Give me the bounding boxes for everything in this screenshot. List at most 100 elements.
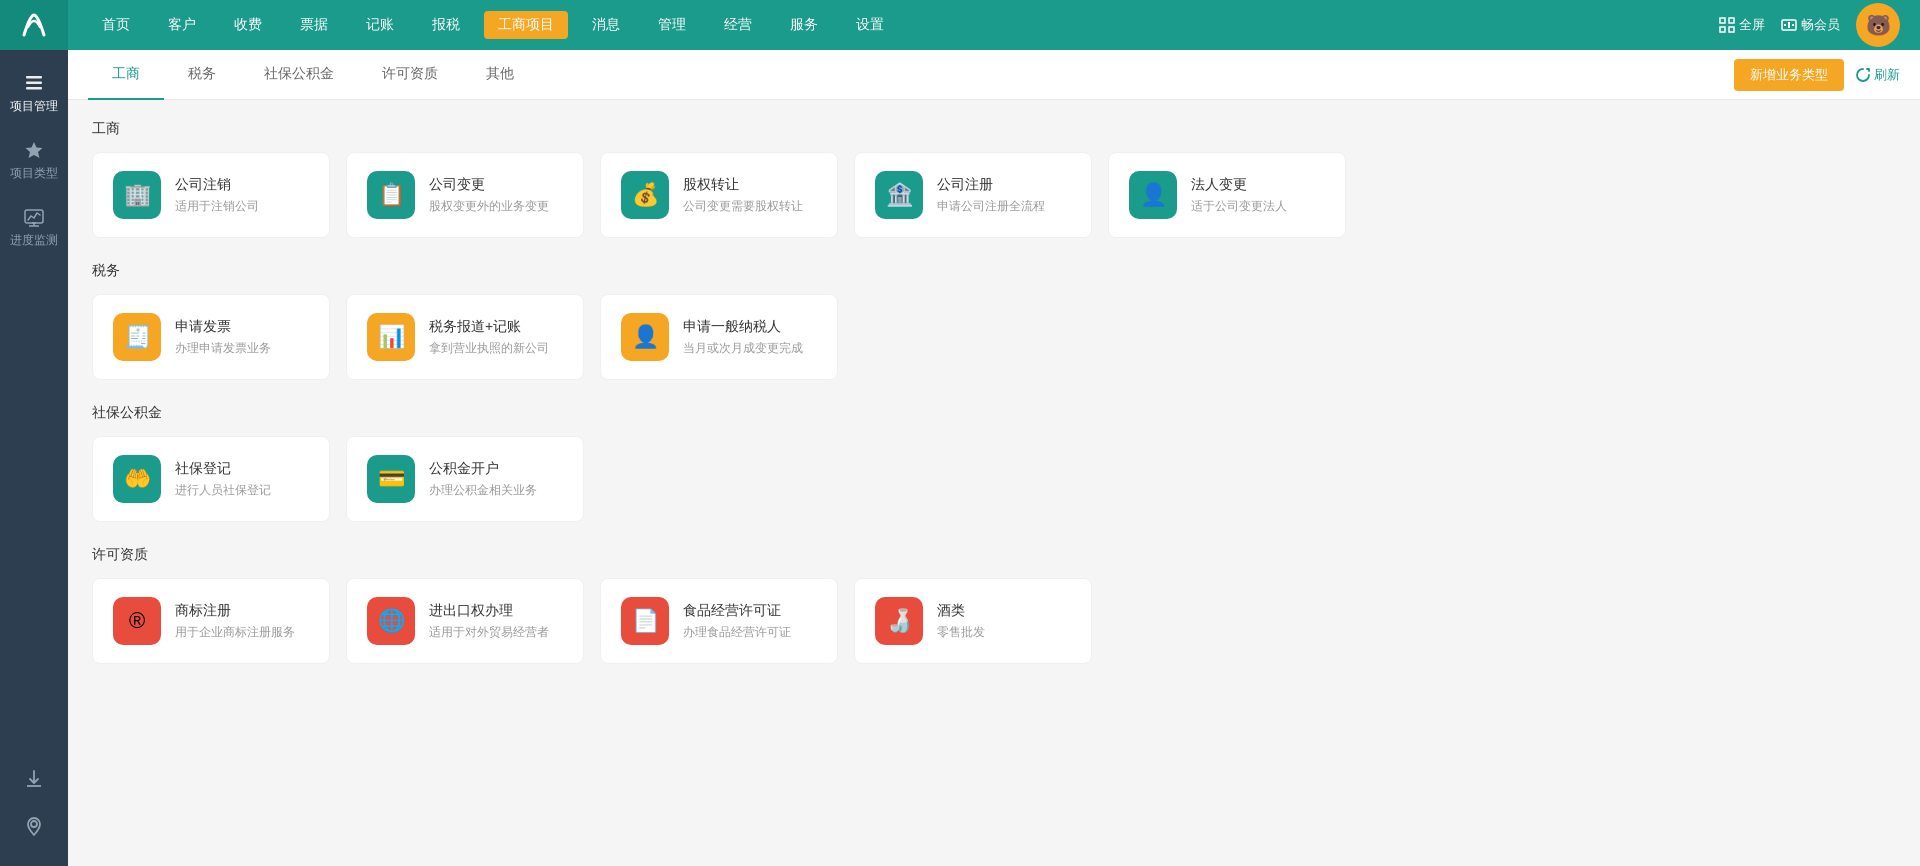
svg-rect-1 — [1729, 18, 1734, 23]
nav-item-管理[interactable]: 管理 — [644, 11, 700, 39]
nav-item-报税[interactable]: 报税 — [418, 11, 474, 39]
card-text: 公司变更股权变更外的业务变更 — [429, 176, 563, 215]
service-card[interactable]: 📊税务报道+记账拿到营业执照的新公司 — [346, 294, 584, 380]
tab-其他[interactable]: 其他 — [462, 50, 538, 100]
card-text: 酒类零售批发 — [937, 602, 1071, 641]
logo[interactable] — [0, 0, 68, 50]
card-desc: 适用于注销公司 — [175, 198, 309, 215]
sidebar: 项目管理 项目类型 进度监测 — [0, 50, 68, 866]
card-desc: 进行人员社保登记 — [175, 482, 309, 499]
sidebar-bottom — [0, 758, 68, 866]
sidebar-location-icon[interactable] — [0, 806, 68, 846]
nav-item-票据[interactable]: 票据 — [286, 11, 342, 39]
tabs-right: 新增业务类型 刷新 — [1734, 59, 1900, 91]
fullscreen-btn[interactable]: 全屏 — [1719, 16, 1765, 34]
nav-item-客户[interactable]: 客户 — [154, 11, 210, 39]
sidebar-item-progress-monitor[interactable]: 进度监测 — [0, 194, 68, 261]
card-title: 税务报道+记账 — [429, 318, 563, 336]
card-text: 社保登记进行人员社保登记 — [175, 460, 309, 499]
card-text: 法人变更适于公司变更法人 — [1191, 176, 1325, 215]
card-title: 公司变更 — [429, 176, 563, 194]
sidebar-download-icon[interactable] — [0, 758, 68, 798]
card-icon: 🤲 — [113, 455, 161, 503]
service-card[interactable]: 👤 法人变更适于公司变更法人 — [1108, 152, 1346, 238]
card-icon: 🏦 — [875, 171, 923, 219]
sidebar-label-project-mgmt: 项目管理 — [10, 98, 58, 115]
svg-rect-9 — [26, 82, 42, 85]
card-desc: 当月或次月成变更完成 — [683, 340, 817, 357]
card-desc: 公司变更需要股权转让 — [683, 198, 817, 215]
service-card[interactable]: 📄 食品经营许可证办理食品经营许可证 — [600, 578, 838, 664]
card-text: 食品经营许可证办理食品经营许可证 — [683, 602, 817, 641]
section-title: 许可资质 — [92, 546, 1896, 564]
nav-item-服务[interactable]: 服务 — [776, 11, 832, 39]
top-navigation: 首页客户收费票据记账报税工商项目消息管理经营服务设置 全屏 畅会员 🐻 — [0, 0, 1920, 50]
service-card[interactable]: 🌐 进出口权办理适用于对外贸易经营者 — [346, 578, 584, 664]
content-area: 工商税务社保公积金许可资质其他 新增业务类型 刷新 工商🏢公司注销适用于注销公司… — [68, 50, 1920, 866]
tab-工商[interactable]: 工商 — [88, 50, 164, 100]
service-card[interactable]: 🍶 酒类零售批发 — [854, 578, 1092, 664]
svg-rect-2 — [1720, 27, 1725, 32]
card-title: 申请一般纳税人 — [683, 318, 817, 336]
card-text: 公司注销适用于注销公司 — [175, 176, 309, 215]
card-text: 税务报道+记账拿到营业执照的新公司 — [429, 318, 563, 357]
tab-税务[interactable]: 税务 — [164, 50, 240, 100]
service-card[interactable]: 🏦 公司注册申请公司注册全流程 — [854, 152, 1092, 238]
card-icon: 🧾 — [113, 313, 161, 361]
service-card[interactable]: 📋公司变更股权变更外的业务变更 — [346, 152, 584, 238]
service-card[interactable]: ®商标注册用于企业商标注册服务 — [92, 578, 330, 664]
card-text: 进出口权办理适用于对外贸易经营者 — [429, 602, 563, 641]
card-desc: 适用于对外贸易经营者 — [429, 624, 563, 641]
sidebar-item-project-mgmt[interactable]: 项目管理 — [0, 60, 68, 127]
tabs-bar: 工商税务社保公积金许可资质其他 新增业务类型 刷新 — [68, 50, 1920, 100]
vip-btn[interactable]: 畅会员 — [1781, 16, 1840, 34]
service-card[interactable]: 💰 股权转让公司变更需要股权转让 — [600, 152, 838, 238]
sidebar-label-progress-monitor: 进度监测 — [10, 232, 58, 249]
nav-item-工商项目[interactable]: 工商项目 — [484, 11, 568, 39]
card-icon: 💰 — [621, 171, 669, 219]
card-text: 公积金开户办理公积金相关业务 — [429, 460, 563, 499]
card-icon: 📄 — [621, 597, 669, 645]
content-scroll[interactable]: 工商 🏢公司注销适用于注销公司📋公司变更股权变更外的业务变更 💰 股权转让公司变更需要… — [68, 100, 1920, 866]
mascot-avatar[interactable]: 🐻 — [1856, 3, 1900, 47]
tab-许可资质[interactable]: 许可资质 — [358, 50, 462, 100]
section-title: 社保公积金 — [92, 404, 1896, 422]
tab-社保公积金[interactable]: 社保公积金 — [240, 50, 358, 100]
card-desc: 拿到营业执照的新公司 — [429, 340, 563, 357]
service-card[interactable]: 💳 公积金开户办理公积金相关业务 — [346, 436, 584, 522]
card-icon: 🍶 — [875, 597, 923, 645]
tabs-left: 工商税务社保公积金许可资质其他 — [88, 50, 538, 100]
cards-grid: 🧾申请发票办理申请发票业务📊税务报道+记账拿到营业执照的新公司👤申请一般纳税人当… — [92, 294, 1896, 380]
section-税务: 税务🧾申请发票办理申请发票业务📊税务报道+记账拿到营业执照的新公司👤申请一般纳税… — [92, 262, 1896, 380]
card-icon: 👤 — [1129, 171, 1177, 219]
sidebar-item-project-type[interactable]: 项目类型 — [0, 127, 68, 194]
nav-item-收费[interactable]: 收费 — [220, 11, 276, 39]
service-card[interactable]: 👤申请一般纳税人当月或次月成变更完成 — [600, 294, 838, 380]
nav-item-设置[interactable]: 设置 — [842, 11, 898, 39]
card-text: 公司注册申请公司注册全流程 — [937, 176, 1071, 215]
card-icon: 🌐 — [367, 597, 415, 645]
card-desc: 适于公司变更法人 — [1191, 198, 1325, 215]
section-社保公积金: 社保公积金 🤲 社保登记进行人员社保登记 💳 公积金开户办理公积金相关业务 — [92, 404, 1896, 522]
vip-label: 畅会员 — [1801, 16, 1840, 34]
nav-item-消息[interactable]: 消息 — [578, 11, 634, 39]
card-desc: 零售批发 — [937, 624, 1071, 641]
new-type-button[interactable]: 新增业务类型 — [1734, 59, 1844, 91]
nav-item-经营[interactable]: 经营 — [710, 11, 766, 39]
card-icon: 💳 — [367, 455, 415, 503]
card-title: 公积金开户 — [429, 460, 563, 478]
service-card[interactable]: 🧾申请发票办理申请发票业务 — [92, 294, 330, 380]
service-card[interactable]: 🏢公司注销适用于注销公司 — [92, 152, 330, 238]
cards-grid: 🤲 社保登记进行人员社保登记 💳 公积金开户办理公积金相关业务 — [92, 436, 1896, 522]
svg-rect-3 — [1729, 27, 1734, 32]
main-layout: 项目管理 项目类型 进度监测 — [0, 50, 1920, 866]
cards-grid: 🏢公司注销适用于注销公司📋公司变更股权变更外的业务变更 💰 股权转让公司变更需要股权… — [92, 152, 1896, 238]
fullscreen-label: 全屏 — [1739, 16, 1765, 34]
nav-item-记账[interactable]: 记账 — [352, 11, 408, 39]
service-card[interactable]: 🤲 社保登记进行人员社保登记 — [92, 436, 330, 522]
section-title: 工商 — [92, 120, 1896, 138]
card-text: 股权转让公司变更需要股权转让 — [683, 176, 817, 215]
svg-rect-8 — [26, 76, 42, 79]
refresh-button[interactable]: 刷新 — [1856, 66, 1900, 84]
nav-item-首页[interactable]: 首页 — [88, 11, 144, 39]
